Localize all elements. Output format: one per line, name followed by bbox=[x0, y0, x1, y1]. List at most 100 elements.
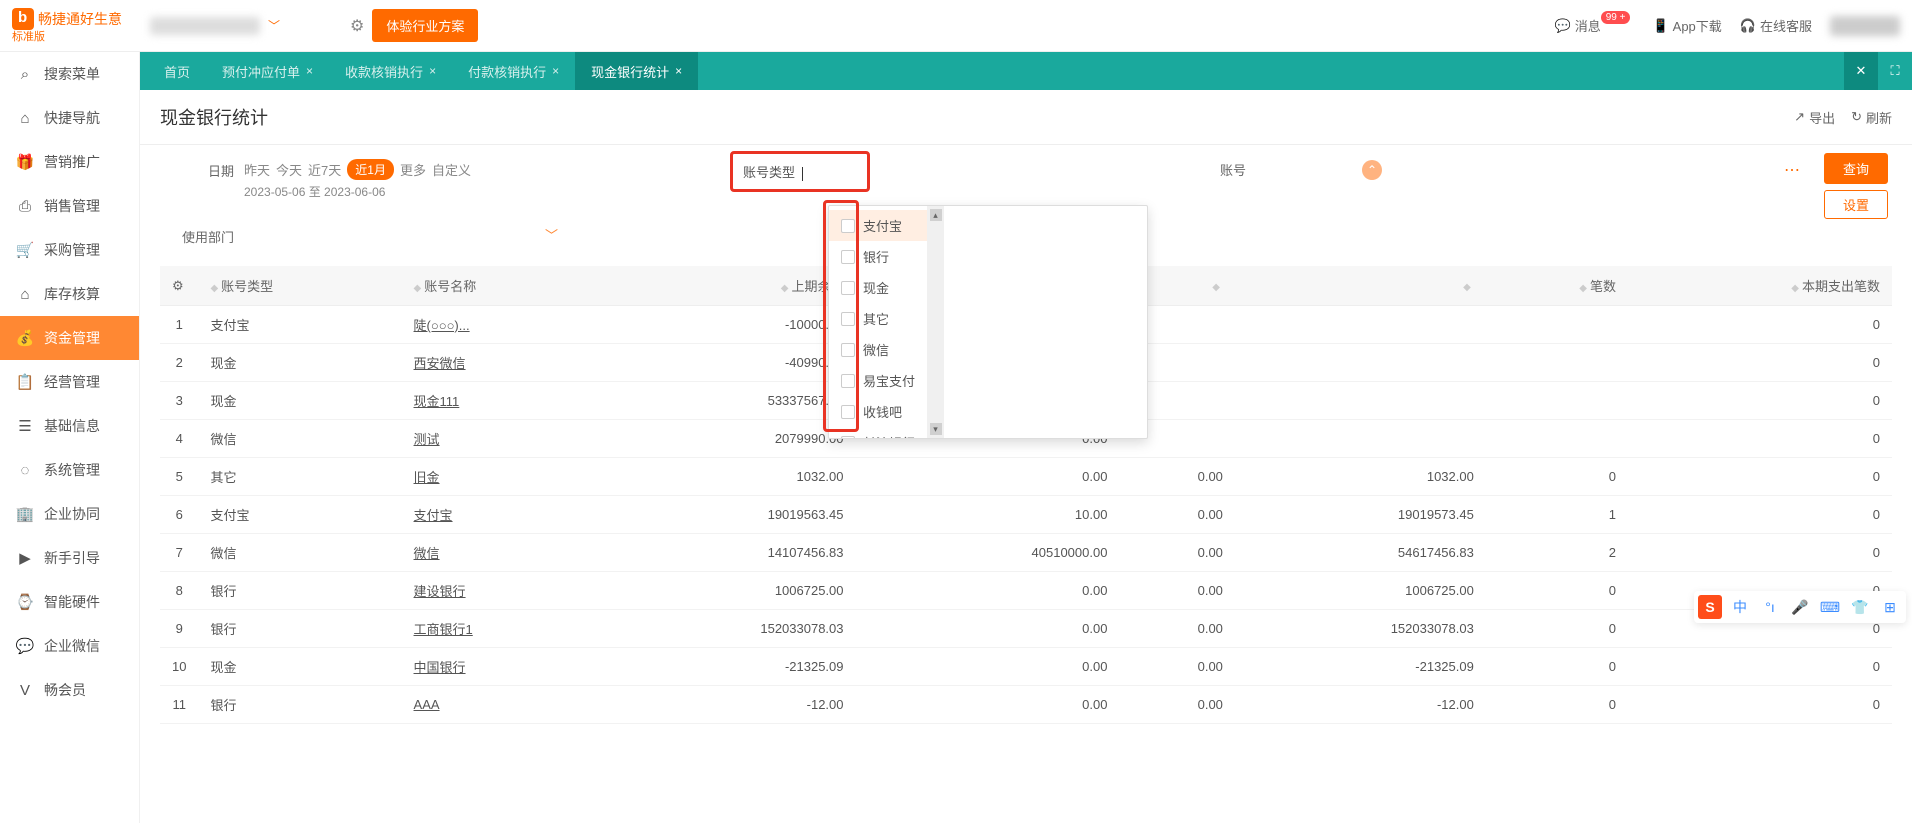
sidebar-item[interactable]: 📋经营管理 bbox=[0, 360, 139, 404]
ime-punct-icon[interactable]: °ı bbox=[1758, 595, 1782, 619]
sidebar-item[interactable]: 💰资金管理 bbox=[0, 316, 139, 360]
cell-income: 0.00 bbox=[856, 458, 1120, 496]
date-chip[interactable]: 近1月 bbox=[347, 159, 394, 180]
sidebar-label: 销售管理 bbox=[44, 196, 100, 216]
cell-expense-count: 0 bbox=[1628, 686, 1892, 724]
sidebar-item[interactable]: ⌂库存核算 bbox=[0, 272, 139, 316]
account-link[interactable]: 建设银行 bbox=[414, 584, 466, 599]
more-filters-icon[interactable]: ⋯ bbox=[1784, 160, 1802, 180]
dropdown-option[interactable]: 现金 bbox=[829, 272, 927, 303]
checkbox[interactable] bbox=[841, 405, 855, 419]
sidebar-item[interactable]: ☰基础信息 bbox=[0, 404, 139, 448]
date-chip[interactable]: 更多 bbox=[400, 160, 426, 179]
dropdown-option[interactable]: 长沙银行 bbox=[829, 427, 927, 438]
dropdown-option[interactable]: 其它 bbox=[829, 303, 927, 334]
close-icon[interactable]: × bbox=[429, 64, 436, 78]
tab-fullscreen[interactable]: ⛶ bbox=[1878, 52, 1912, 90]
mic-icon[interactable]: 🎤 bbox=[1788, 595, 1812, 619]
tab[interactable]: 首页 bbox=[148, 52, 206, 90]
column-header[interactable]: ◆账号类型 bbox=[198, 266, 401, 306]
sidebar-item[interactable]: 💬企业微信 bbox=[0, 624, 139, 668]
cell-prev-balance: -21325.09 bbox=[605, 648, 856, 686]
tab[interactable]: 预付冲应付单× bbox=[206, 52, 329, 90]
messages-link[interactable]: 💬 消息 99 + bbox=[1555, 16, 1635, 35]
dropdown-option[interactable]: 易宝支付 bbox=[829, 365, 927, 396]
account-link[interactable]: 旧金 bbox=[414, 470, 440, 485]
dropdown-option[interactable]: 支付宝 bbox=[829, 210, 927, 241]
sogou-icon[interactable]: S bbox=[1698, 595, 1722, 619]
checkbox[interactable] bbox=[841, 250, 855, 264]
tab[interactable]: 付款核销执行× bbox=[452, 52, 575, 90]
tab-close-all[interactable]: ✕ bbox=[1844, 52, 1878, 90]
date-chip[interactable]: 自定义 bbox=[432, 160, 471, 179]
online-service-link[interactable]: 🎧 在线客服 bbox=[1740, 16, 1812, 35]
tab[interactable]: 现金银行统计× bbox=[575, 52, 698, 90]
app-download-link[interactable]: 📱 App下载 bbox=[1652, 16, 1721, 35]
gear-icon[interactable]: ⚙ bbox=[350, 16, 364, 36]
sidebar-item[interactable]: 🏢企业协同 bbox=[0, 492, 139, 536]
close-icon[interactable]: × bbox=[306, 64, 313, 78]
refresh-button[interactable]: ↻ 刷新 bbox=[1851, 108, 1892, 127]
column-header[interactable]: ◆上期余额 bbox=[605, 266, 856, 306]
account-link[interactable]: 测试 bbox=[414, 432, 440, 447]
sidebar-item[interactable]: ⎙销售管理 bbox=[0, 184, 139, 228]
column-header[interactable]: ◆ bbox=[1235, 266, 1486, 306]
account-link[interactable]: 陡(○○○)... bbox=[414, 318, 470, 333]
collapse-filter-icon[interactable]: ⌃ bbox=[1362, 160, 1382, 180]
account-type-filter[interactable]: 账号类型 bbox=[730, 151, 870, 192]
account-link[interactable]: 微信 bbox=[414, 546, 440, 561]
sidebar-item[interactable]: V畅会员 bbox=[0, 668, 139, 712]
settings-button[interactable]: 设置 bbox=[1824, 190, 1888, 219]
date-chip[interactable]: 昨天 bbox=[244, 160, 270, 179]
keyboard-icon[interactable]: ⌨ bbox=[1818, 595, 1842, 619]
sidebar-item[interactable]: ⌂快捷导航 bbox=[0, 96, 139, 140]
ime-lang-icon[interactable]: 中 bbox=[1728, 595, 1752, 619]
skin-icon[interactable]: 👕 bbox=[1848, 595, 1872, 619]
column-header[interactable]: ◆账号名称 bbox=[402, 266, 605, 306]
checkbox[interactable] bbox=[841, 436, 855, 439]
date-chip[interactable]: 今天 bbox=[276, 160, 302, 179]
dept-select[interactable]: ﹀ bbox=[244, 220, 564, 250]
column-header[interactable]: ◆本期支出笔数 bbox=[1628, 266, 1892, 306]
dropdown-scrollbar[interactable]: ▴ ▾ bbox=[927, 206, 944, 438]
try-industry-button[interactable]: 体验行业方案 bbox=[372, 9, 478, 42]
account-link[interactable]: AAA bbox=[414, 697, 440, 712]
toolbox-icon[interactable]: ⊞ bbox=[1878, 595, 1902, 619]
online-service-label: 在线客服 bbox=[1760, 16, 1812, 35]
column-header[interactable]: ◆笔数 bbox=[1486, 266, 1628, 306]
checkbox[interactable] bbox=[841, 312, 855, 326]
account-filter[interactable]: 账号 bbox=[1220, 160, 1246, 179]
sidebar-item[interactable]: ⌚智能硬件 bbox=[0, 580, 139, 624]
account-link[interactable]: 工商银行1 bbox=[414, 622, 473, 637]
cell-prev-balance: 53337567.78 bbox=[605, 382, 856, 420]
query-button[interactable]: 查询 bbox=[1824, 153, 1888, 184]
org-selector[interactable]: ﹀ bbox=[150, 17, 350, 35]
sidebar-item[interactable]: 🛒采购管理 bbox=[0, 228, 139, 272]
sidebar-item[interactable]: ◌系统管理 bbox=[0, 448, 139, 492]
checkbox[interactable] bbox=[841, 343, 855, 357]
checkbox[interactable] bbox=[841, 219, 855, 233]
sidebar-item[interactable]: ▶新手引导 bbox=[0, 536, 139, 580]
scroll-down-icon[interactable]: ▾ bbox=[930, 423, 942, 435]
export-button[interactable]: ↗ 导出 bbox=[1794, 108, 1835, 127]
dropdown-option[interactable]: 银行 bbox=[829, 241, 927, 272]
table-settings-header[interactable]: ⚙ bbox=[160, 266, 198, 306]
account-link[interactable]: 支付宝 bbox=[414, 508, 453, 523]
sort-icon: ◆ bbox=[781, 283, 789, 294]
dropdown-option[interactable]: 微信 bbox=[829, 334, 927, 365]
close-icon[interactable]: × bbox=[552, 64, 559, 78]
sidebar-item[interactable]: ⌕搜索菜单 bbox=[0, 52, 139, 96]
account-link[interactable]: 西安微信 bbox=[414, 356, 466, 371]
account-link[interactable]: 现金111 bbox=[414, 394, 460, 409]
checkbox[interactable] bbox=[841, 281, 855, 295]
account-link[interactable]: 中国银行 bbox=[414, 660, 466, 675]
messages-label: 消息 bbox=[1575, 16, 1601, 35]
user-redacted[interactable] bbox=[1830, 16, 1900, 36]
dropdown-option[interactable]: 收钱吧 bbox=[829, 396, 927, 427]
tab[interactable]: 收款核销执行× bbox=[329, 52, 452, 90]
scroll-up-icon[interactable]: ▴ bbox=[930, 209, 942, 221]
sidebar-item[interactable]: 🎁营销推广 bbox=[0, 140, 139, 184]
close-icon[interactable]: × bbox=[675, 64, 682, 78]
checkbox[interactable] bbox=[841, 374, 855, 388]
date-chip[interactable]: 近7天 bbox=[308, 160, 341, 179]
